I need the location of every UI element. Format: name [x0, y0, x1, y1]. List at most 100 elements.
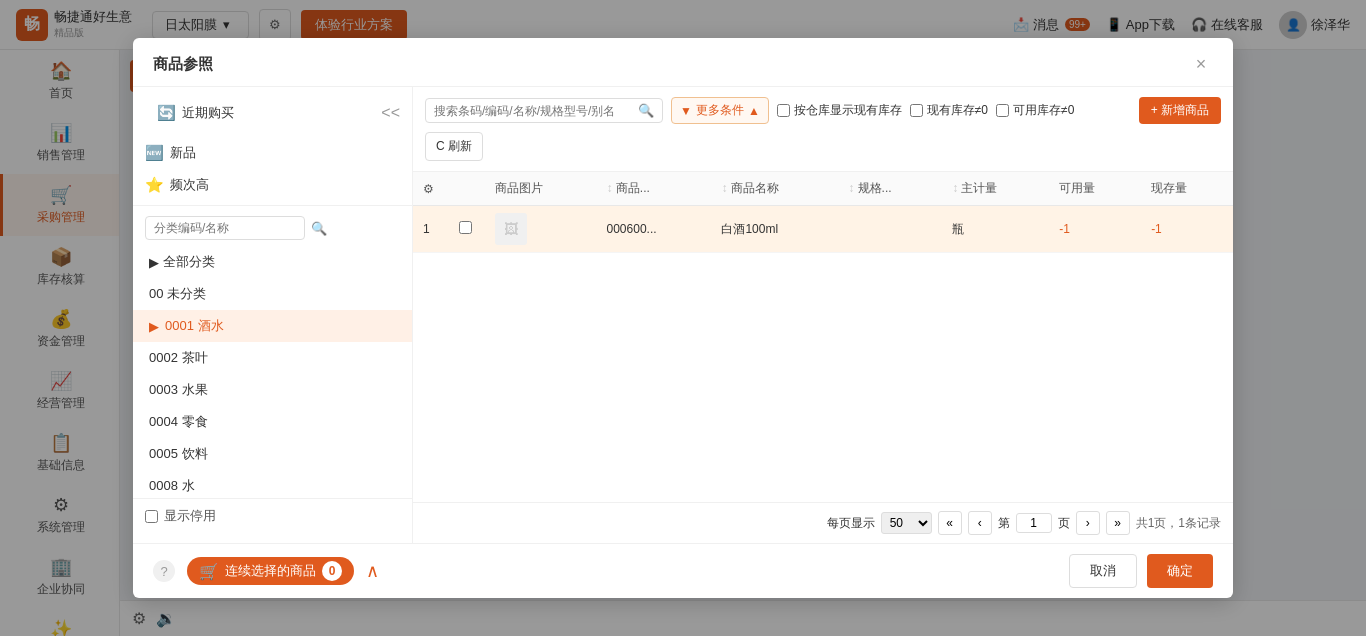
- add-product-button[interactable]: + 新增商品: [1139, 97, 1221, 124]
- modal-overlay: 商品参照 × 🔄 近期购买 << 🆕 新品 ⭐: [0, 0, 1366, 636]
- page-input[interactable]: [1016, 513, 1052, 533]
- table-header: ⚙ 商品图片 商品... 商品名称 规格... 主计量 可用量 现存量: [413, 172, 1233, 206]
- left-panel: 🔄 近期购买 << 🆕 新品 ⭐ 频次高 🔍: [133, 87, 413, 543]
- row-unit: 瓶: [942, 206, 1049, 253]
- prev-page-button[interactable]: ‹: [968, 511, 992, 535]
- th-check: [449, 172, 485, 206]
- category-list: ▶ 全部分类 00 未分类 ▶ 0001 酒水 0002 茶叶 0003 水果: [133, 246, 412, 498]
- checkbox-warehouse-input[interactable]: [777, 104, 790, 117]
- category-search-area: 🔍: [133, 210, 412, 246]
- cat-0001-label: 0001 酒水: [165, 317, 224, 335]
- checkbox-available-input[interactable]: [996, 104, 1009, 117]
- refresh-table-button[interactable]: C 刷新: [425, 132, 483, 161]
- confirm-button[interactable]: 确定: [1147, 554, 1213, 588]
- new-item-nav[interactable]: 🆕 新品: [133, 137, 412, 169]
- right-panel: 🔍 ▼ 更多条件 ▲ 按仓库显示现有库存 现有库存≠0: [413, 87, 1233, 543]
- settings-col-icon: ⚙: [423, 182, 434, 196]
- cancel-button[interactable]: 取消: [1069, 554, 1137, 588]
- th-name[interactable]: 商品名称: [711, 172, 838, 206]
- products-table: ⚙ 商品图片 商品... 商品名称 规格... 主计量 可用量 现存量: [413, 172, 1233, 253]
- high-freq-nav[interactable]: ⭐ 频次高: [133, 169, 412, 201]
- th-spec[interactable]: 规格...: [838, 172, 942, 206]
- new-item-label: 新品: [170, 144, 196, 162]
- filter-icon: ▼: [680, 104, 692, 118]
- table-row[interactable]: 1 🖼 000600... 白酒100ml: [413, 206, 1233, 253]
- cat-item-0001[interactable]: ▶ 0001 酒水: [133, 310, 412, 342]
- recent-icon: 🔄: [157, 104, 176, 122]
- cat-item-0005[interactable]: 0005 饮料: [133, 438, 412, 470]
- checkbox-warehouse[interactable]: 按仓库显示现有库存: [777, 102, 902, 119]
- cat-item-0002[interactable]: 0002 茶叶: [133, 342, 412, 374]
- modal-close-button[interactable]: ×: [1189, 52, 1213, 76]
- category-search-icon[interactable]: 🔍: [311, 221, 327, 236]
- th-settings: ⚙: [413, 172, 449, 206]
- show-disabled-label: 显示停用: [164, 507, 216, 525]
- row-checkbox[interactable]: [459, 221, 472, 234]
- modal-body: 🔄 近期购买 << 🆕 新品 ⭐ 频次高 🔍: [133, 87, 1233, 543]
- checkbox-warehouse-label: 按仓库显示现有库存: [794, 102, 902, 119]
- checkbox-stock-label: 现有库存≠0: [927, 102, 988, 119]
- th-unit[interactable]: 主计量: [942, 172, 1049, 206]
- page-unit: 页: [1058, 515, 1070, 532]
- help-button[interactable]: ?: [153, 560, 175, 582]
- checkbox-available-label: 可用库存≠0: [1013, 102, 1074, 119]
- cart-label: 连续选择的商品: [225, 562, 316, 580]
- th-stock: 现存量: [1141, 172, 1233, 206]
- recent-buy-item[interactable]: 🔄 近期购买: [145, 97, 375, 129]
- th-code[interactable]: 商品...: [597, 172, 712, 206]
- cat-item-0003[interactable]: 0003 水果: [133, 374, 412, 406]
- row-code: 000600...: [597, 206, 712, 253]
- cat-0005-label: 0005 饮料: [149, 445, 208, 463]
- row-spec: [838, 206, 942, 253]
- cart-area[interactable]: 🛒 连续选择的商品 0: [187, 557, 354, 585]
- cat-item-all[interactable]: ▶ 全部分类: [133, 246, 412, 278]
- table-body: 1 🖼 000600... 白酒100ml: [413, 206, 1233, 253]
- footer-buttons: 取消 确定: [1069, 554, 1213, 588]
- total-info: 共1页，1条记录: [1136, 515, 1221, 532]
- product-modal: 商品参照 × 🔄 近期购买 << 🆕 新品 ⭐: [133, 38, 1233, 598]
- pagination: 每页显示 20 50 100 « ‹ 第 页 › » 共1页，1条记录: [413, 502, 1233, 543]
- next-page-button[interactable]: ›: [1076, 511, 1100, 535]
- cat-item-0004[interactable]: 0004 零食: [133, 406, 412, 438]
- cart-count: 0: [322, 561, 342, 581]
- row-available: -1: [1049, 206, 1141, 253]
- row-num: 1: [413, 206, 449, 253]
- product-search-input[interactable]: [434, 104, 634, 118]
- cat-0003-label: 0003 水果: [149, 381, 208, 399]
- right-toolbar: 🔍 ▼ 更多条件 ▲ 按仓库显示现有库存 现有库存≠0: [413, 87, 1233, 172]
- show-disabled-checkbox[interactable]: [145, 510, 158, 523]
- checkbox-available-nonzero[interactable]: 可用库存≠0: [996, 102, 1074, 119]
- modal-title: 商品参照: [153, 55, 213, 74]
- filter-arrow-icon: ▲: [748, 104, 760, 118]
- page-size-label: 每页显示: [827, 515, 875, 532]
- row-image: 🖼: [485, 206, 597, 253]
- collapse-button[interactable]: <<: [381, 104, 400, 122]
- new-icon: 🆕: [145, 144, 164, 162]
- cat-0004-label: 0004 零食: [149, 413, 208, 431]
- cat-item-00[interactable]: 00 未分类: [133, 278, 412, 310]
- divider1: [133, 205, 412, 206]
- star-icon: ⭐: [145, 176, 164, 194]
- recent-buy-label: 近期购买: [182, 104, 234, 122]
- filter-button[interactable]: ▼ 更多条件 ▲: [671, 97, 769, 124]
- modal-header: 商品参照 ×: [133, 38, 1233, 87]
- filter-label: 更多条件: [696, 102, 744, 119]
- modal-footer: ? 🛒 连续选择的商品 0 ∧ 取消 确定: [133, 543, 1233, 598]
- product-search-box: 🔍: [425, 98, 663, 123]
- expand-button[interactable]: ∧: [366, 560, 379, 582]
- row-check[interactable]: [449, 206, 485, 253]
- page-size-select[interactable]: 20 50 100: [881, 512, 932, 534]
- checkbox-stock-nonzero[interactable]: 现有库存≠0: [910, 102, 988, 119]
- category-search-input[interactable]: [145, 216, 305, 240]
- cat-item-0008[interactable]: 0008 水: [133, 470, 412, 498]
- last-page-button[interactable]: »: [1106, 511, 1130, 535]
- image-placeholder-icon: 🖼: [504, 221, 518, 237]
- checkbox-stock-input[interactable]: [910, 104, 923, 117]
- all-category-label: 全部分类: [163, 253, 215, 271]
- high-freq-label: 频次高: [170, 176, 209, 194]
- cat-0002-label: 0002 茶叶: [149, 349, 208, 367]
- cat-0008-label: 0008 水: [149, 477, 195, 495]
- cat-0001-arrow: ▶: [149, 319, 159, 334]
- search-icon[interactable]: 🔍: [638, 103, 654, 118]
- first-page-button[interactable]: «: [938, 511, 962, 535]
